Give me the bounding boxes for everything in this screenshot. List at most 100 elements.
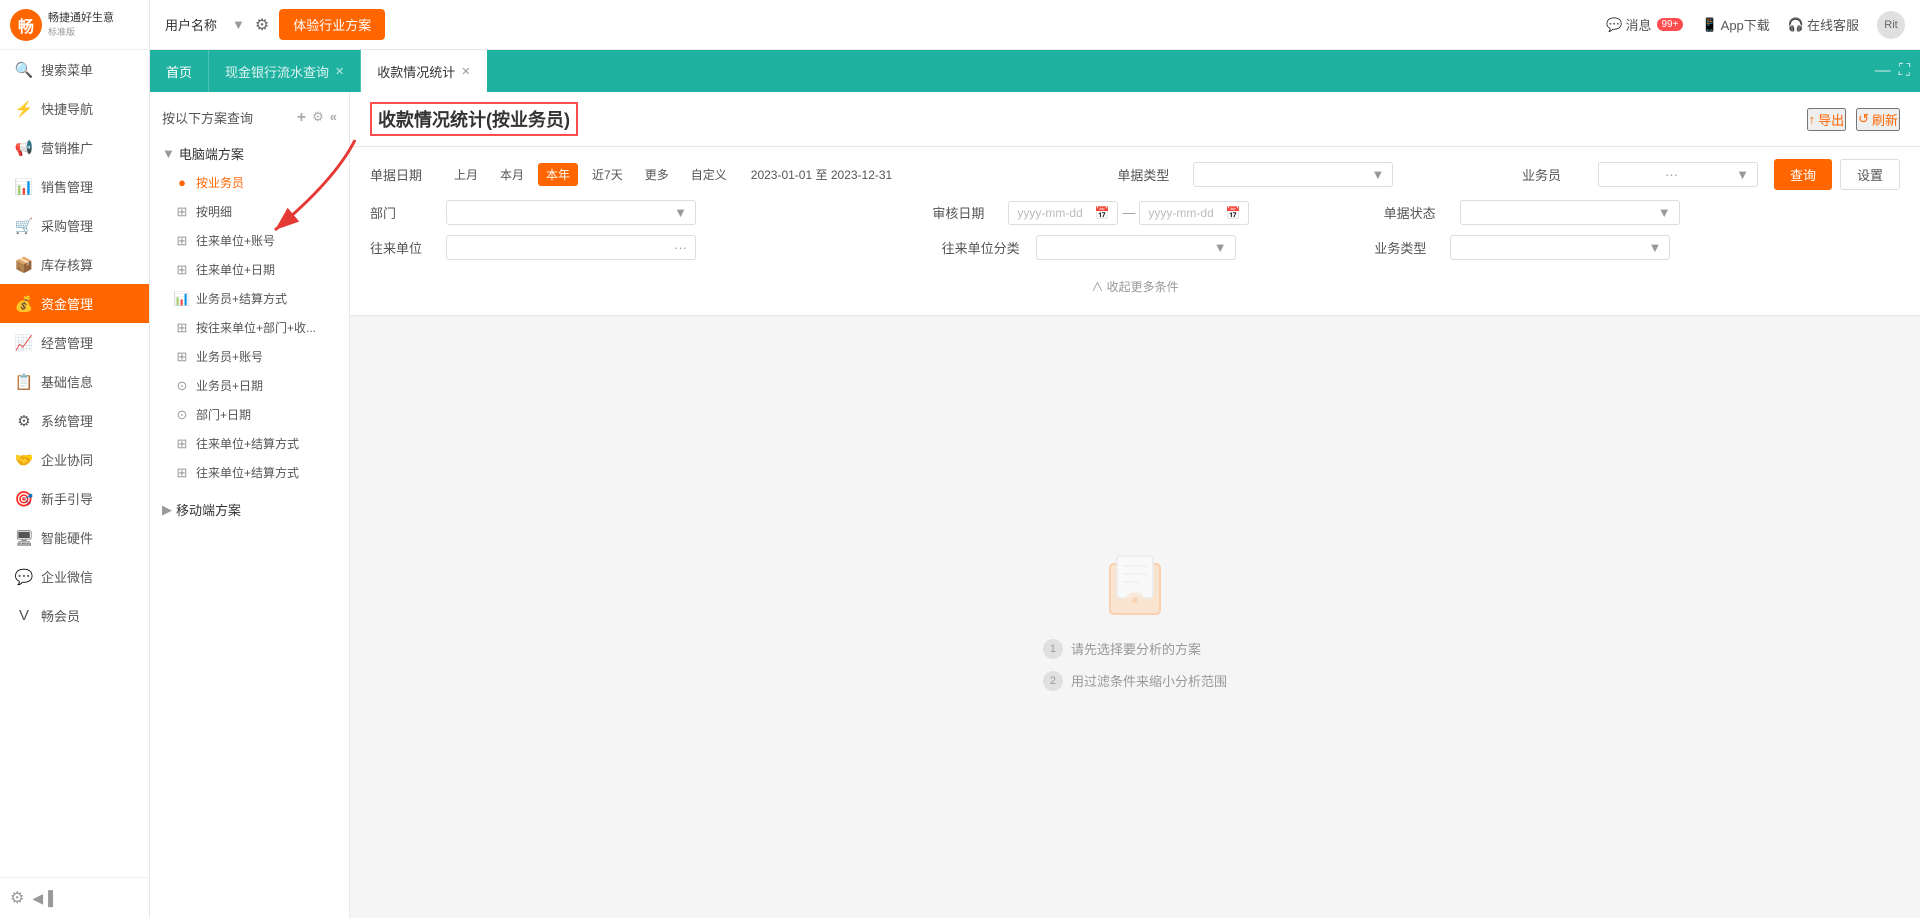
sidebar-item-marketing[interactable]: 📢 营销推广: [0, 128, 149, 167]
date-tab-7days[interactable]: 近7天: [584, 163, 631, 186]
date-tab-this-month[interactable]: 本月: [492, 163, 532, 186]
export-btn[interactable]: ↑ 导出: [1807, 108, 1847, 131]
dept-select[interactable]: ▼: [446, 200, 696, 225]
app-download-item[interactable]: 📱 App下载: [1701, 15, 1769, 34]
sidebar-item-member[interactable]: V 畅会员: [0, 596, 149, 635]
basic-icon: 📋: [15, 373, 33, 391]
panel-item-by-staff[interactable]: ● 按业务员: [150, 168, 349, 197]
empty-illustration: [1095, 544, 1175, 624]
counterparty-category-select[interactable]: ▼: [1036, 235, 1236, 260]
empty-hint: 1 请先选择要分析的方案 2 用过滤条件来缩小分析范围: [1043, 639, 1227, 691]
audit-date-end[interactable]: yyyy-mm-dd 📅: [1139, 201, 1249, 225]
topbar: 用户名称 ▼ ⚙ 体验行业方案 💬 消息 99+ 📱 App下载 🎧 在线客服 …: [150, 0, 1920, 50]
filter-area: 单据日期 上月 本月 本年 近7天 更多 自定义 2023-01-01 至 20…: [350, 147, 1920, 316]
panel-add-icon[interactable]: +: [297, 109, 306, 127]
tab-collection-close[interactable]: ✕: [461, 65, 470, 78]
panel-item-staff-account-label: 业务员+账号: [196, 348, 263, 365]
sidebar-item-guide[interactable]: 🎯 新手引导: [0, 479, 149, 518]
app-download-icon: 📱: [1701, 17, 1717, 33]
voucher-status-select[interactable]: ▼: [1460, 200, 1680, 225]
date-tab-more[interactable]: 更多: [637, 163, 677, 186]
date-tab-custom[interactable]: 自定义: [683, 163, 735, 186]
topbar-dropdown-arrow[interactable]: ▼: [232, 17, 245, 32]
audit-date-start[interactable]: yyyy-mm-dd 📅: [1008, 201, 1118, 225]
business-type-select[interactable]: ▼: [1450, 235, 1670, 260]
voucher-status-label: 单据状态: [1384, 203, 1444, 222]
unit-dept-icon: ⊞: [174, 320, 190, 336]
panel-item-detail-label: 按明细: [196, 203, 232, 220]
sidebar-item-quicknav[interactable]: ⚡ 快捷导航: [0, 89, 149, 128]
panel-section-desktop-title[interactable]: ▼ 电脑端方案: [150, 139, 349, 168]
voucher-status-arrow: ▼: [1658, 205, 1671, 220]
finance-icon: 💰: [15, 295, 33, 313]
sidebar-item-corp[interactable]: 🤝 企业协同: [0, 440, 149, 479]
panel-section-mobile-title[interactable]: ▶ 移动端方案: [150, 495, 349, 524]
content-area: 按以下方案查询 + ⚙ « ▼ 电脑端方案 ● 按业务员 ⊞ 按明: [150, 92, 1920, 918]
sidebar-item-member-label: 畅会员: [41, 606, 80, 625]
staff-select[interactable]: ··· ▼: [1598, 162, 1758, 187]
tab-home[interactable]: 首页: [150, 50, 209, 92]
panel-collapse-icon[interactable]: «: [330, 109, 337, 127]
panel-item-staff-date[interactable]: ⊙ 业务员+日期: [150, 371, 349, 400]
sidebar-item-finance[interactable]: 💰 资金管理: [0, 284, 149, 323]
tab-cashflow[interactable]: 现金银行流水查询 ✕: [209, 50, 361, 92]
tab-collection[interactable]: 收款情况统计 ✕: [361, 50, 487, 92]
system-icon: ⚙: [15, 412, 33, 430]
sidebar-item-basic-label: 基础信息: [41, 372, 93, 391]
topbar-gear-icon[interactable]: ⚙: [255, 15, 269, 35]
date-start: 2023-01-01: [751, 168, 812, 182]
export-label: 导出: [1818, 110, 1844, 129]
sidebar-item-purchase[interactable]: 🛒 采购管理: [0, 206, 149, 245]
counterparty-more-icon[interactable]: ···: [674, 240, 687, 255]
tab-cashflow-close[interactable]: ✕: [335, 65, 344, 78]
sidebar-item-inventory[interactable]: 📦 库存核算: [0, 245, 149, 284]
sidebar-item-hardware[interactable]: 🖥 智能硬件: [0, 518, 149, 557]
panel-item-staff-account[interactable]: ⊞ 业务员+账号: [150, 342, 349, 371]
headset-icon: 🎧: [1788, 17, 1804, 33]
panel-item-unit-date[interactable]: ⊞ 往来单位+日期: [150, 255, 349, 284]
dept-label: 部门: [370, 203, 430, 222]
sidebar-item-wechat[interactable]: 💬 企业微信: [0, 557, 149, 596]
panel-item-staff-settle[interactable]: 📊 业务员+结算方式: [150, 284, 349, 313]
tab-minimize-btn[interactable]: —: [1875, 62, 1891, 80]
sidebar-item-basic[interactable]: 📋 基础信息: [0, 362, 149, 401]
sidebar-item-management[interactable]: 📈 经营管理: [0, 323, 149, 362]
panel-item-detail[interactable]: ⊞ 按明细: [150, 197, 349, 226]
panel-item-unit-settle2[interactable]: ⊞ 往来单位+结算方式: [150, 458, 349, 487]
dept-arrow: ▼: [674, 205, 687, 220]
online-service-item[interactable]: 🎧 在线客服: [1788, 15, 1859, 34]
sidebar-settings-icon[interactable]: ⚙: [10, 888, 24, 908]
unit-settle1-icon: ⊞: [174, 436, 190, 452]
user-avatar[interactable]: Rit: [1877, 11, 1905, 39]
sidebar-collapse-icon[interactable]: ◀▐: [32, 890, 53, 907]
date-tab-this-year[interactable]: 本年: [538, 163, 578, 186]
sidebar-item-search[interactable]: 🔍 搜索菜单: [0, 50, 149, 89]
refresh-btn[interactable]: ↺ 刷新: [1856, 108, 1900, 131]
panel-header-icons: + ⚙ «: [297, 109, 337, 127]
counterparty-select[interactable]: ···: [446, 235, 696, 260]
quicknav-icon: ⚡: [15, 100, 33, 118]
collapse-bar[interactable]: ∧ 收起更多条件: [370, 270, 1900, 303]
tab-collection-label: 收款情况统计: [377, 62, 455, 81]
query-btn[interactable]: 查询: [1774, 159, 1832, 190]
panel-item-unit-dept[interactable]: ⊞ 按往来单位+部门+收...: [150, 313, 349, 342]
tab-maximize-btn[interactable]: ⛶: [1899, 62, 1910, 80]
panel-item-staff-settle-label: 业务员+结算方式: [196, 290, 287, 307]
voucher-type-select[interactable]: ▼: [1193, 162, 1393, 187]
trial-btn[interactable]: 体验行业方案: [279, 9, 385, 40]
settings-btn[interactable]: 设置: [1840, 159, 1900, 190]
panel-item-dept-date[interactable]: ⊙ 部门+日期: [150, 400, 349, 429]
panel-item-unit-settle1[interactable]: ⊞ 往来单位+结算方式: [150, 429, 349, 458]
staff-more-icon[interactable]: ···: [1665, 167, 1678, 182]
logo-badge: 标准版: [48, 25, 114, 38]
panel-item-unit-account[interactable]: ⊞ 往来单位+账号: [150, 226, 349, 255]
sidebar-item-system[interactable]: ⚙ 系统管理: [0, 401, 149, 440]
message-item[interactable]: 💬 消息 99+: [1606, 15, 1683, 34]
staff-arrow: ▼: [1736, 167, 1749, 182]
audit-date-group: yyyy-mm-dd 📅 — yyyy-mm-dd 📅: [1008, 201, 1249, 225]
hint-item-2: 2 用过滤条件来缩小分析范围: [1043, 671, 1227, 691]
sidebar-item-sales[interactable]: 📊 销售管理: [0, 167, 149, 206]
voucher-type-arrow: ▼: [1372, 167, 1385, 182]
date-tab-last-month[interactable]: 上月: [446, 163, 486, 186]
panel-settings-icon[interactable]: ⚙: [312, 109, 324, 127]
